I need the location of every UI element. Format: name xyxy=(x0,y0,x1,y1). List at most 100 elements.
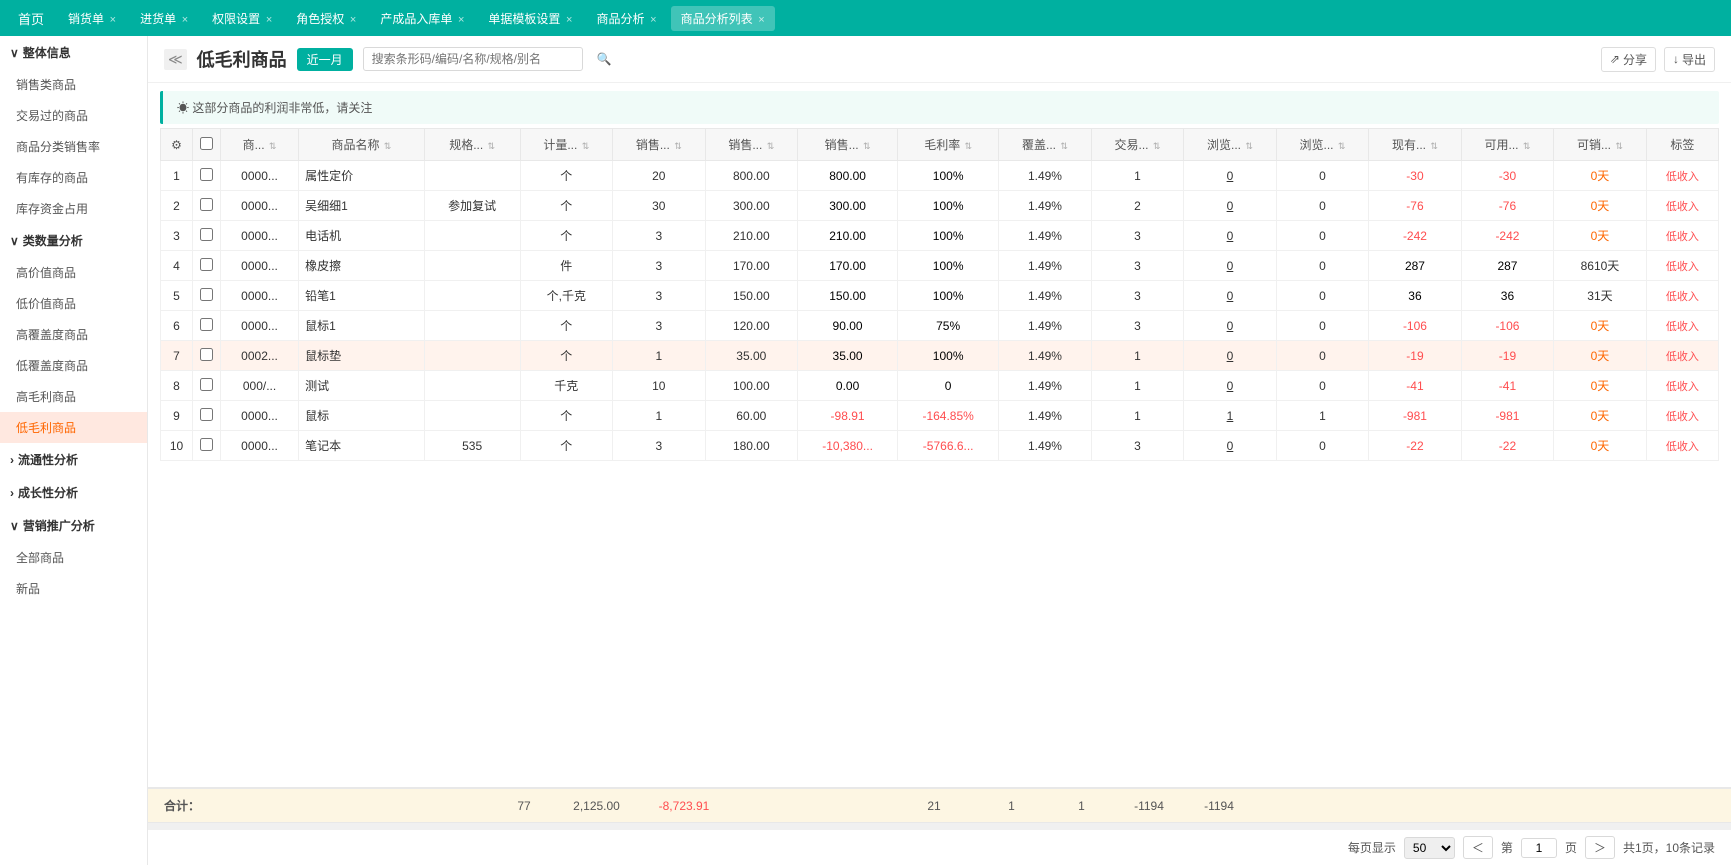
nav-close-product-in[interactable]: × xyxy=(458,14,464,26)
view1-link[interactable]: 0 xyxy=(1227,349,1234,363)
sidebar-item-high-margin[interactable]: 高毛利商品 xyxy=(0,381,147,412)
col-trade-count[interactable]: 交易... ⇅ xyxy=(1091,129,1184,161)
row-checkbox[interactable] xyxy=(200,288,213,301)
view1-link[interactable]: 0 xyxy=(1227,199,1234,213)
row-checkbox[interactable] xyxy=(200,438,213,451)
row-checkbox[interactable] xyxy=(200,258,213,271)
row-view1[interactable]: 0 xyxy=(1184,161,1277,191)
sidebar-group-overall[interactable]: ∨ 整体信息 xyxy=(0,36,147,69)
row-checkbox-cell[interactable] xyxy=(193,371,221,401)
nav-close-analysis[interactable]: × xyxy=(650,14,656,26)
filter-period-button[interactable]: 近一月 xyxy=(297,48,353,71)
col-settings[interactable]: ⚙ xyxy=(161,129,193,161)
row-checkbox[interactable] xyxy=(200,318,213,331)
export-button[interactable]: ↓ 导出 xyxy=(1664,47,1715,72)
row-checkbox-cell[interactable] xyxy=(193,281,221,311)
sidebar-group-circulation[interactable]: › 流通性分析 xyxy=(0,443,147,476)
sidebar-item-inventory-products[interactable]: 有库存的商品 xyxy=(0,162,147,193)
row-view1[interactable]: 1 xyxy=(1184,401,1277,431)
row-view1[interactable]: 0 xyxy=(1184,311,1277,341)
view1-link[interactable]: 0 xyxy=(1227,259,1234,273)
row-checkbox[interactable] xyxy=(200,228,213,241)
col-coverage[interactable]: 覆盖... ⇅ xyxy=(999,129,1092,161)
row-checkbox-cell[interactable] xyxy=(193,161,221,191)
col-tag[interactable]: 标签 xyxy=(1646,129,1718,161)
row-checkbox-cell[interactable] xyxy=(193,191,221,221)
nav-product-in[interactable]: 产成品入库单 × xyxy=(370,6,474,31)
row-checkbox[interactable] xyxy=(200,198,213,211)
col-view1[interactable]: 浏览... ⇅ xyxy=(1184,129,1277,161)
row-checkbox-cell[interactable] xyxy=(193,401,221,431)
sidebar-group-marketing[interactable]: ∨ 营销推广分析 xyxy=(0,509,147,542)
view1-link[interactable]: 0 xyxy=(1227,439,1234,453)
sidebar-item-all-products[interactable]: 全部商品 xyxy=(0,542,147,573)
col-saleable-days[interactable]: 可销... ⇅ xyxy=(1554,129,1647,161)
row-checkbox[interactable] xyxy=(200,378,213,391)
view1-link[interactable]: 1 xyxy=(1227,409,1234,423)
view1-link[interactable]: 0 xyxy=(1227,289,1234,303)
sidebar-collapse-button[interactable]: ≪ xyxy=(164,49,187,70)
row-view1[interactable]: 0 xyxy=(1184,191,1277,221)
nav-close-purchase[interactable]: × xyxy=(182,14,188,26)
sidebar-item-category-sales-rate[interactable]: 商品分类销售率 xyxy=(0,131,147,162)
col-code[interactable]: 商... ⇅ xyxy=(221,129,299,161)
col-unit[interactable]: 计量... ⇅ xyxy=(520,129,613,161)
row-checkbox-cell[interactable] xyxy=(193,251,221,281)
row-checkbox-cell[interactable] xyxy=(193,221,221,251)
row-view1[interactable]: 0 xyxy=(1184,221,1277,251)
search-icon[interactable]: 🔍 xyxy=(597,52,612,66)
nav-permissions[interactable]: 权限设置 × xyxy=(202,6,282,31)
row-checkbox-cell[interactable] xyxy=(193,311,221,341)
sidebar-item-low-coverage[interactable]: 低覆盖度商品 xyxy=(0,350,147,381)
col-sale-qty[interactable]: 销售... ⇅ xyxy=(613,129,706,161)
nav-close-permissions[interactable]: × xyxy=(266,14,272,26)
col-view2[interactable]: 浏览... ⇅ xyxy=(1276,129,1369,161)
share-button[interactable]: ⇗ 分享 xyxy=(1601,47,1656,72)
nav-close-template[interactable]: × xyxy=(566,14,572,26)
sidebar-item-low-margin[interactable]: 低毛利商品 xyxy=(0,412,147,443)
row-view1[interactable]: 0 xyxy=(1184,281,1277,311)
col-sale-price[interactable]: 销售... ⇅ xyxy=(705,129,798,161)
col-spec[interactable]: 规格... ⇅ xyxy=(424,129,520,161)
view1-link[interactable]: 0 xyxy=(1227,379,1234,393)
sidebar-group-quantity-analysis[interactable]: ∨ 类数量分析 xyxy=(0,224,147,257)
search-input[interactable] xyxy=(363,47,583,71)
nav-purchase[interactable]: 进货单 × xyxy=(130,6,198,31)
row-view1[interactable]: 0 xyxy=(1184,431,1277,461)
row-checkbox-cell[interactable] xyxy=(193,341,221,371)
view1-link[interactable]: 0 xyxy=(1227,229,1234,243)
col-checkbox[interactable] xyxy=(193,129,221,161)
col-name[interactable]: 商品名称 ⇅ xyxy=(299,129,425,161)
view1-link[interactable]: 0 xyxy=(1227,169,1234,183)
nav-close-analysis-list[interactable]: × xyxy=(758,14,764,26)
sidebar-item-traded-products[interactable]: 交易过的商品 xyxy=(0,100,147,131)
row-checkbox[interactable] xyxy=(200,408,213,421)
nav-template[interactable]: 单据模板设置 × xyxy=(478,6,582,31)
nav-analysis[interactable]: 商品分析 × xyxy=(586,6,666,31)
sidebar-item-new-products[interactable]: 新品 xyxy=(0,573,147,604)
prev-page-button[interactable]: ＜ xyxy=(1463,836,1493,859)
nav-analysis-list[interactable]: 商品分析列表 × xyxy=(671,6,775,31)
page-number-input[interactable] xyxy=(1521,838,1557,858)
row-view1[interactable]: 0 xyxy=(1184,341,1277,371)
row-checkbox[interactable] xyxy=(200,168,213,181)
nav-close-roles[interactable]: × xyxy=(350,14,356,26)
row-checkbox-cell[interactable] xyxy=(193,431,221,461)
sidebar-item-high-value[interactable]: 高价值商品 xyxy=(0,257,147,288)
sidebar-item-high-coverage[interactable]: 高覆盖度商品 xyxy=(0,319,147,350)
row-view1[interactable]: 0 xyxy=(1184,251,1277,281)
nav-close-sales[interactable]: × xyxy=(110,14,116,26)
col-gross-margin[interactable]: 毛利率 ⇅ xyxy=(898,129,999,161)
next-page-button[interactable]: ＞ xyxy=(1585,836,1615,859)
nav-sales[interactable]: 销货单 × xyxy=(58,6,126,31)
nav-home[interactable]: 首页 xyxy=(8,5,54,32)
view1-link[interactable]: 0 xyxy=(1227,319,1234,333)
col-available[interactable]: 可用... ⇅ xyxy=(1461,129,1554,161)
select-all-checkbox[interactable] xyxy=(200,137,213,150)
sidebar-item-sales-products[interactable]: 销售类商品 xyxy=(0,69,147,100)
col-sale-amount[interactable]: 销售... ⇅ xyxy=(798,129,898,161)
row-checkbox[interactable] xyxy=(200,348,213,361)
col-current-stock[interactable]: 现有... ⇅ xyxy=(1369,129,1462,161)
row-view1[interactable]: 0 xyxy=(1184,371,1277,401)
per-page-select[interactable]: 50 20 100 xyxy=(1404,837,1455,859)
